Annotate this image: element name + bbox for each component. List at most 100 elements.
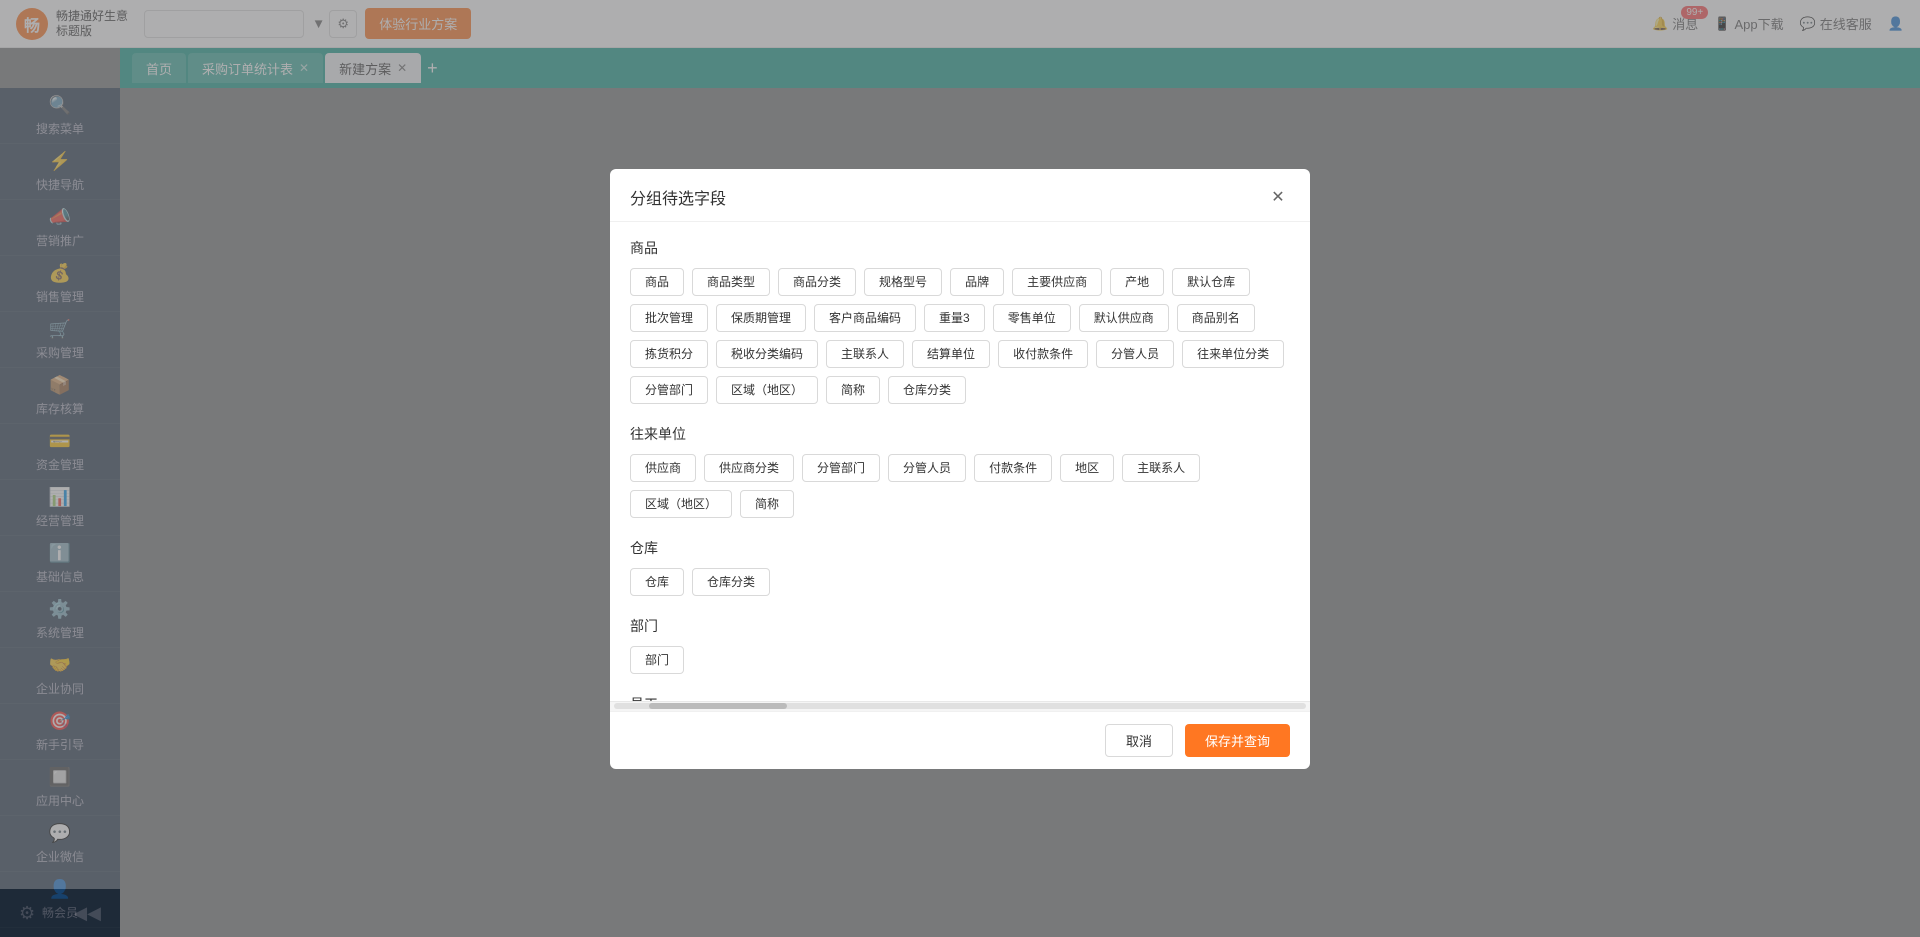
field-tag[interactable]: 分管部门 bbox=[630, 376, 708, 404]
tab-add-btn[interactable]: + bbox=[427, 58, 438, 79]
app-download-item[interactable]: 📱 App下载 bbox=[1714, 14, 1783, 33]
sidebar-item-enterprise[interactable]: 🤝 企业协同 bbox=[0, 648, 120, 704]
search-button[interactable]: ▼ bbox=[312, 16, 325, 31]
logo-icon: 畅 bbox=[16, 8, 48, 40]
nav-search[interactable]: ▼ bbox=[144, 10, 325, 38]
field-tag[interactable]: 仓库分类 bbox=[692, 568, 770, 596]
cancel-button[interactable]: 取消 bbox=[1105, 724, 1173, 757]
sidebar-item-purchase[interactable]: 🛒 采购管理 bbox=[0, 312, 120, 368]
sidebar-finance-label: 资金管理 bbox=[36, 456, 84, 473]
sidebar-item-finance[interactable]: 💳 资金管理 bbox=[0, 424, 120, 480]
field-tag[interactable]: 默认供应商 bbox=[1079, 304, 1169, 332]
field-tag[interactable]: 拣货积分 bbox=[630, 340, 708, 368]
sidebar-item-marketing[interactable]: 📣 营销推广 bbox=[0, 200, 120, 256]
enterprise-icon: 🤝 bbox=[49, 655, 71, 676]
field-tag[interactable]: 规格型号 bbox=[864, 268, 942, 296]
save-query-button[interactable]: 保存并查询 bbox=[1185, 724, 1290, 757]
notification-item[interactable]: 🔔 消息 99+ bbox=[1652, 14, 1698, 33]
sidebar-item-apps[interactable]: 🔲 应用中心 bbox=[0, 760, 120, 816]
sidebar-item-search[interactable]: 🔍 搜索菜单 bbox=[0, 88, 120, 144]
field-tag[interactable]: 结算单位 bbox=[912, 340, 990, 368]
apps-icon: 🔲 bbox=[49, 767, 71, 788]
logo-text: 畅捷通好生意 标题版 bbox=[56, 9, 128, 38]
tab-purchase-stats[interactable]: 采购订单统计表 ✕ bbox=[188, 53, 323, 83]
field-tag[interactable]: 默认仓库 bbox=[1172, 268, 1250, 296]
sidebar-item-inventory[interactable]: 📦 库存核算 bbox=[0, 368, 120, 424]
field-tag[interactable]: 简称 bbox=[826, 376, 880, 404]
field-tag[interactable]: 主要供应商 bbox=[1012, 268, 1102, 296]
field-tag[interactable]: 税收分类编码 bbox=[716, 340, 818, 368]
tab-home[interactable]: 首页 bbox=[132, 53, 186, 83]
field-tag[interactable]: 往来单位分类 bbox=[1182, 340, 1284, 368]
field-tag[interactable]: 客户商品编码 bbox=[814, 304, 916, 332]
experience-btn[interactable]: 体验行业方案 bbox=[365, 8, 471, 39]
field-tag[interactable]: 商品别名 bbox=[1177, 304, 1255, 332]
field-tag[interactable]: 区域（地区） bbox=[716, 376, 818, 404]
settings-icon[interactable]: ⚙ bbox=[329, 10, 357, 38]
field-tag[interactable]: 仓库 bbox=[630, 568, 684, 596]
field-tag[interactable]: 产地 bbox=[1110, 268, 1164, 296]
notification-label: 消息 bbox=[1672, 14, 1698, 33]
section-employee-title: 员工 bbox=[630, 694, 1290, 701]
modal-close-btn[interactable]: ✕ bbox=[1266, 185, 1290, 209]
field-tag[interactable]: 商品 bbox=[630, 268, 684, 296]
sidebar-guide-label: 新手引导 bbox=[36, 736, 84, 753]
member-icon: 👤 bbox=[49, 879, 71, 900]
sidebar-item-wechat[interactable]: 💬 企业微信 bbox=[0, 816, 120, 872]
field-tag[interactable]: 批次管理 bbox=[630, 304, 708, 332]
modal-title: 分组待选字段 bbox=[630, 185, 726, 209]
field-tag[interactable]: 供应商分类 bbox=[704, 454, 794, 482]
warehouse-field-grid: 仓库 仓库分类 bbox=[630, 568, 1290, 596]
sidebar-purchase-label: 采购管理 bbox=[36, 344, 84, 361]
field-tag[interactable]: 品牌 bbox=[950, 268, 1004, 296]
modal-body: 商品 商品 商品类型 商品分类 规格型号 品牌 主要供应商 产地 默认仓库 批次… bbox=[610, 222, 1310, 701]
field-tag[interactable]: 仓库分类 bbox=[888, 376, 966, 404]
section-department-title: 部门 bbox=[630, 616, 1290, 636]
notification-icon: 🔔 bbox=[1652, 16, 1668, 32]
search-input[interactable] bbox=[144, 10, 304, 38]
sidebar-item-basic-info[interactable]: ℹ️ 基础信息 bbox=[0, 536, 120, 592]
field-tag[interactable]: 主联系人 bbox=[1122, 454, 1200, 482]
field-tag[interactable]: 商品类型 bbox=[692, 268, 770, 296]
counterpart-field-grid: 供应商 供应商分类 分管部门 分管人员 付款条件 地区 主联系人 区域（地区） … bbox=[630, 454, 1290, 518]
sidebar-enterprise-label: 企业协同 bbox=[36, 680, 84, 697]
field-tag[interactable]: 分管人员 bbox=[888, 454, 966, 482]
sidebar-member-label: 畅会员 bbox=[42, 904, 78, 921]
sidebar-item-quick-nav[interactable]: ⚡ 快捷导航 bbox=[0, 144, 120, 200]
field-tag[interactable]: 零售单位 bbox=[993, 304, 1071, 332]
field-tag[interactable]: 收付款条件 bbox=[998, 340, 1088, 368]
logo-area: 畅 畅捷通好生意 标题版 bbox=[16, 8, 136, 40]
field-tag[interactable]: 供应商 bbox=[630, 454, 696, 482]
modal-hscrollbar[interactable] bbox=[610, 701, 1310, 711]
sidebar-item-member[interactable]: 👤 畅会员 bbox=[0, 872, 120, 928]
sidebar-apps-label: 应用中心 bbox=[36, 792, 84, 809]
online-service-item[interactable]: 💬 在线客服 bbox=[1800, 14, 1872, 33]
sidebar-item-system[interactable]: ⚙️ 系统管理 bbox=[0, 592, 120, 648]
field-tag[interactable]: 保质期管理 bbox=[716, 304, 806, 332]
tab-new-plan-close[interactable]: ✕ bbox=[397, 61, 407, 75]
sidebar-item-sales[interactable]: 💰 销售管理 bbox=[0, 256, 120, 312]
section-warehouse-title: 仓库 bbox=[630, 538, 1290, 558]
field-tag[interactable]: 商品分类 bbox=[778, 268, 856, 296]
finance-icon: 💳 bbox=[49, 431, 71, 452]
search-menu-icon: 🔍 bbox=[49, 95, 71, 116]
field-tag[interactable]: 分管部门 bbox=[802, 454, 880, 482]
field-tag[interactable]: 地区 bbox=[1060, 454, 1114, 482]
user-avatar[interactable]: 👤 bbox=[1888, 16, 1904, 32]
tab-purchase-stats-close[interactable]: ✕ bbox=[299, 61, 309, 75]
sidebar-basic-info-label: 基础信息 bbox=[36, 568, 84, 585]
field-tag[interactable]: 付款条件 bbox=[974, 454, 1052, 482]
field-tag[interactable]: 分管人员 bbox=[1096, 340, 1174, 368]
guide-icon: 🎯 bbox=[49, 711, 71, 732]
field-tag[interactable]: 重量3 bbox=[924, 304, 985, 332]
sidebar-item-operations[interactable]: 📊 经营管理 bbox=[0, 480, 120, 536]
field-tag[interactable]: 主联系人 bbox=[826, 340, 904, 368]
field-tag[interactable]: 简称 bbox=[740, 490, 794, 518]
field-tag[interactable]: 部门 bbox=[630, 646, 684, 674]
tab-new-plan[interactable]: 新建方案 ✕ bbox=[325, 53, 421, 83]
department-field-grid: 部门 bbox=[630, 646, 1290, 674]
sidebar-item-guide[interactable]: 🎯 新手引导 bbox=[0, 704, 120, 760]
sidebar-marketing-label: 营销推广 bbox=[36, 232, 84, 249]
field-tag[interactable]: 区域（地区） bbox=[630, 490, 732, 518]
inventory-icon: 📦 bbox=[49, 375, 71, 396]
